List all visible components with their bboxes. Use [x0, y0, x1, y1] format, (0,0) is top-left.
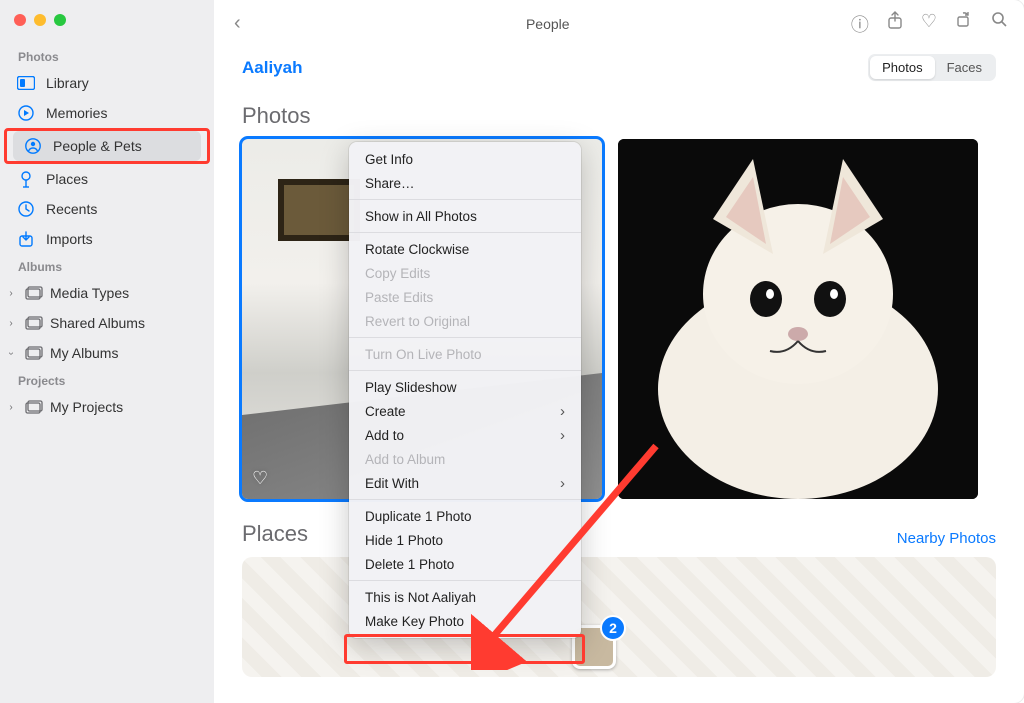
share-icon[interactable] [887, 11, 903, 37]
favorite-badge-icon: ♡ [252, 468, 268, 489]
photo-thumbnail-2[interactable] [618, 139, 978, 499]
sidebar-item-shared-albums[interactable]: › Shared Albums [0, 308, 214, 338]
sidebar-item-media-types[interactable]: › Media Types [0, 278, 214, 308]
sidebar-item-label: Library [46, 75, 89, 91]
rotate-icon[interactable] [955, 11, 973, 37]
toolbar: ‹ People ⓘ ♡ [214, 0, 1024, 48]
clock-icon [16, 199, 36, 219]
menu-add-to-album: Add to Album [349, 447, 581, 471]
view-segmented-control: Photos Faces [868, 54, 996, 81]
window-title: People [257, 16, 839, 32]
close-window-button[interactable] [14, 14, 26, 26]
menu-separator [349, 499, 581, 500]
window-controls [0, 10, 214, 44]
pin-icon [16, 169, 36, 189]
menu-rotate-clockwise[interactable]: Rotate Clockwise [349, 237, 581, 261]
menu-separator [349, 232, 581, 233]
menu-get-info[interactable]: Get Info [349, 147, 581, 171]
chevron-right-icon: › [4, 402, 18, 413]
sidebar-item-people-pets[interactable]: People & Pets [13, 131, 201, 161]
menu-delete-photo[interactable]: Delete 1 Photo [349, 552, 581, 576]
sidebar: Photos Library Memories People & Pets Pl… [0, 0, 214, 703]
menu-duplicate-photo[interactable]: Duplicate 1 Photo [349, 504, 581, 528]
chevron-right-icon: › [4, 288, 18, 299]
menu-revert-to-original: Revert to Original [349, 309, 581, 333]
menu-share[interactable]: Share… [349, 171, 581, 195]
sidebar-item-label: My Albums [50, 345, 118, 361]
memories-icon [16, 103, 36, 123]
menu-separator [349, 199, 581, 200]
menu-make-key-photo[interactable]: Make Key Photo [349, 609, 581, 633]
sidebar-section-albums: Albums [0, 254, 214, 278]
menu-paste-edits: Paste Edits [349, 285, 581, 309]
menu-create[interactable]: Create [349, 399, 581, 423]
sidebar-item-label: Imports [46, 231, 93, 247]
context-menu: Get Info Share… Show in All Photos Rotat… [349, 142, 581, 638]
sidebar-item-label: Shared Albums [50, 315, 145, 331]
menu-play-slideshow[interactable]: Play Slideshow [349, 375, 581, 399]
back-button[interactable]: ‹ [230, 8, 245, 39]
nearby-photos-link[interactable]: Nearby Photos [897, 530, 996, 547]
menu-edit-with[interactable]: Edit With [349, 471, 581, 495]
person-name[interactable]: Aaliyah [242, 58, 302, 78]
sidebar-item-label: Memories [46, 105, 107, 121]
sidebar-section-projects: Projects [0, 368, 214, 392]
sidebar-section-photos: Photos [0, 44, 214, 68]
photos-heading: Photos [242, 103, 996, 129]
chevron-down-icon: › [6, 346, 17, 360]
places-heading: Places [242, 521, 308, 547]
segment-faces[interactable]: Faces [935, 56, 994, 79]
sidebar-item-label: Media Types [50, 285, 129, 301]
favorite-icon[interactable]: ♡ [921, 11, 937, 37]
sidebar-item-label: Recents [46, 201, 97, 217]
sidebar-item-label: People & Pets [53, 138, 142, 154]
sidebar-item-memories[interactable]: Memories [0, 98, 214, 128]
menu-separator [349, 337, 581, 338]
album-icon [24, 283, 44, 303]
menu-this-is-not-person[interactable]: This is Not Aaliyah [349, 585, 581, 609]
toolbar-actions: ⓘ ♡ [851, 11, 1008, 37]
album-icon [24, 343, 44, 363]
menu-copy-edits: Copy Edits [349, 261, 581, 285]
menu-add-to[interactable]: Add to [349, 423, 581, 447]
fullscreen-window-button[interactable] [54, 14, 66, 26]
sidebar-item-my-albums[interactable]: › My Albums [0, 338, 214, 368]
shared-album-icon [24, 313, 44, 333]
sidebar-item-imports[interactable]: Imports [0, 224, 214, 254]
segment-photos[interactable]: Photos [870, 56, 934, 79]
chevron-right-icon: › [4, 318, 18, 329]
minimize-window-button[interactable] [34, 14, 46, 26]
sidebar-item-label: My Projects [50, 399, 123, 415]
info-icon[interactable]: ⓘ [851, 11, 869, 37]
sidebar-item-my-projects[interactable]: › My Projects [0, 392, 214, 422]
main-content: ‹ People ⓘ ♡ Aaliyah Photos Faces Photos… [214, 0, 1024, 703]
album-icon [24, 397, 44, 417]
content-scroll: Photos ♡ [214, 89, 1024, 703]
subheader: Aaliyah Photos Faces [214, 48, 1024, 89]
import-icon [16, 229, 36, 249]
menu-separator [349, 580, 581, 581]
menu-hide-photo[interactable]: Hide 1 Photo [349, 528, 581, 552]
people-icon [23, 136, 43, 156]
menu-show-in-all-photos[interactable]: Show in All Photos [349, 204, 581, 228]
menu-separator [349, 370, 581, 371]
annotation-highlight-sidebar: People & Pets [4, 128, 210, 164]
library-icon [16, 73, 36, 93]
sidebar-item-label: Places [46, 171, 88, 187]
sidebar-item-places[interactable]: Places [0, 164, 214, 194]
search-icon[interactable] [991, 11, 1008, 37]
sidebar-item-recents[interactable]: Recents [0, 194, 214, 224]
menu-turn-on-live-photo: Turn On Live Photo [349, 342, 581, 366]
sidebar-item-library[interactable]: Library [0, 68, 214, 98]
map-pin-count: 2 [600, 615, 626, 641]
